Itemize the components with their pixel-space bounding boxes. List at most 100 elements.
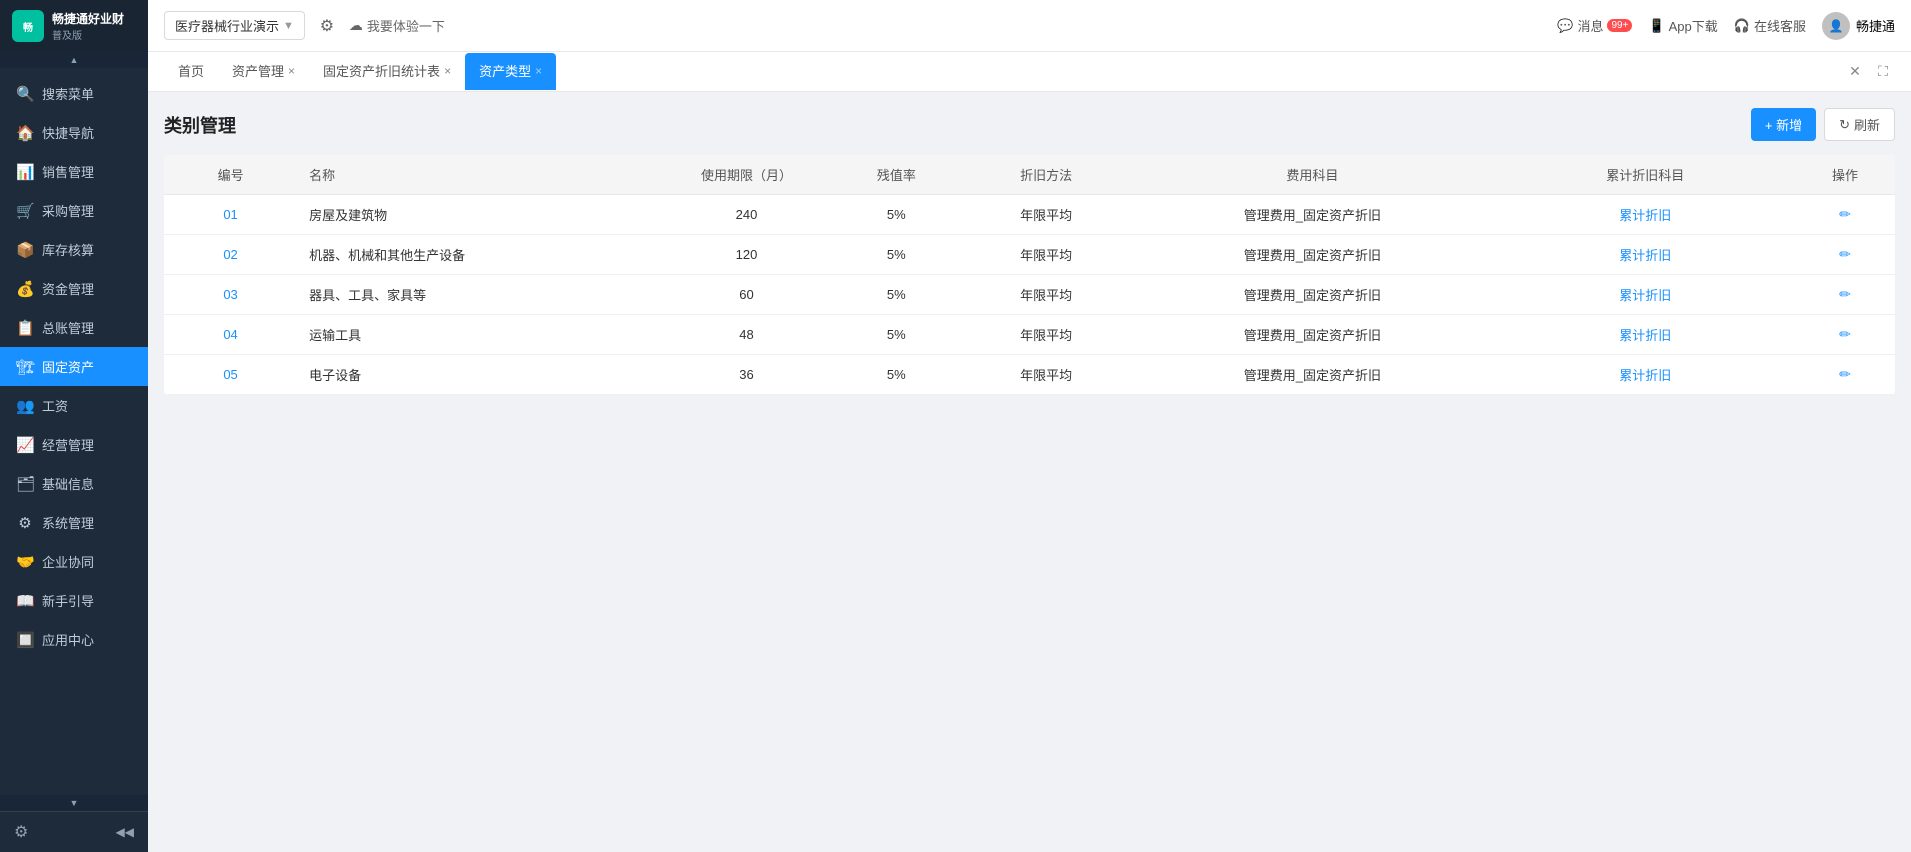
sidebar-label-guide: 新手引导	[42, 591, 94, 610]
cell-residual: 5%	[830, 235, 963, 275]
username: 畅捷通	[1856, 16, 1895, 35]
topbar-left: 医疗器械行业演示 ▼ ⚙ ☁ 我要体验一下	[164, 11, 1547, 40]
table-row: 03 器具、工具、家具等 60 5% 年限平均 管理费用_固定资产折旧 累计折旧…	[164, 275, 1895, 315]
main-area: 医疗器械行业演示 ▼ ⚙ ☁ 我要体验一下 💬 消息 99+ 📱 App下载	[148, 0, 1911, 852]
tab-asset-management-label: 资产管理	[232, 61, 284, 80]
customer-service-button[interactable]: 🎧 在线客服	[1734, 16, 1806, 35]
sidebar-label-basic-info: 基础信息	[42, 474, 94, 493]
table-row: 04 运输工具 48 5% 年限平均 管理费用_固定资产折旧 累计折旧 ✏	[164, 315, 1895, 355]
tab-asset-management[interactable]: 资产管理 ×	[218, 53, 309, 90]
sidebar-item-payroll[interactable]: 👥 工资	[0, 386, 148, 425]
edit-button[interactable]: ✏	[1839, 206, 1851, 222]
sidebar-item-operations[interactable]: 📈 经营管理	[0, 425, 148, 464]
tab-asset-type-label: 资产类型	[479, 61, 531, 80]
messages-label: 消息	[1577, 16, 1603, 35]
tab-asset-type[interactable]: 资产类型 ×	[465, 53, 556, 90]
company-selector[interactable]: 医疗器械行业演示 ▼	[164, 11, 305, 40]
sidebar-logo: 畅	[12, 10, 44, 42]
app-download-button[interactable]: 📱 App下载	[1648, 16, 1717, 35]
messages-button[interactable]: 💬 消息 99+	[1557, 16, 1632, 35]
search-icon: 🔍	[16, 85, 34, 103]
folder-icon: 🗂	[16, 475, 34, 493]
cell-expense: 管理费用_固定资产折旧	[1129, 275, 1495, 315]
gear-icon: ⚙	[16, 514, 34, 532]
sidebar-item-cooperation[interactable]: 🤝 企业协同	[0, 542, 148, 581]
code-link[interactable]: 03	[223, 287, 237, 302]
th-method: 折旧方法	[963, 155, 1129, 195]
sidebar-label-purchase: 采购管理	[42, 201, 94, 220]
sidebar-item-basic-info[interactable]: 🗂 基础信息	[0, 464, 148, 503]
sidebar-item-guide[interactable]: 📖 新手引导	[0, 581, 148, 620]
tab-asset-type-close[interactable]: ×	[535, 64, 542, 78]
cell-accumulated: 累计折旧	[1496, 355, 1796, 395]
accumulated-link[interactable]: 累计折旧	[1619, 288, 1671, 303]
cell-method: 年限平均	[963, 315, 1129, 355]
settings-button[interactable]: ⚙	[313, 12, 341, 40]
tab-close-all-button[interactable]: ✕	[1843, 60, 1867, 84]
sidebar-nav: 🔍 搜索菜单 🏠 快捷导航 📊 销售管理 🛒 采购管理 📦 库存核算 💰 资金管…	[0, 68, 148, 795]
sidebar-item-app-center[interactable]: 🔲 应用中心	[0, 620, 148, 659]
experience-button[interactable]: ☁ 我要体验一下	[349, 16, 445, 35]
edit-button[interactable]: ✏	[1839, 246, 1851, 262]
table-row: 02 机器、机械和其他生产设备 120 5% 年限平均 管理费用_固定资产折旧 …	[164, 235, 1895, 275]
cell-method: 年限平均	[963, 235, 1129, 275]
edit-button[interactable]: ✏	[1839, 286, 1851, 302]
sidebar: 畅 畅捷通好业财 普及版 ▲ 🔍 搜索菜单 🏠 快捷导航 📊 销售管理 🛒 采购…	[0, 0, 148, 852]
tab-expand-button[interactable]: ⛶	[1871, 60, 1895, 84]
sidebar-item-funds[interactable]: 💰 资金管理	[0, 269, 148, 308]
accumulated-link[interactable]: 累计折旧	[1619, 328, 1671, 343]
accumulated-link[interactable]: 累计折旧	[1619, 208, 1671, 223]
cell-accumulated: 累计折旧	[1496, 195, 1796, 235]
app-download-label: App下载	[1669, 16, 1718, 35]
refresh-button[interactable]: ↻ 刷新	[1824, 108, 1895, 141]
trending-icon: 📈	[16, 436, 34, 454]
chart-icon: 📊	[16, 163, 34, 181]
sidebar-item-fixed-assets[interactable]: 🏗 固定资产	[0, 347, 148, 386]
sidebar-item-ledger[interactable]: 📋 总账管理	[0, 308, 148, 347]
app-title: 畅捷通好业财	[52, 10, 124, 27]
tab-depreciation-report-close[interactable]: ×	[444, 64, 451, 78]
code-link[interactable]: 05	[223, 367, 237, 382]
th-accumulated: 累计折旧科目	[1496, 155, 1796, 195]
user-block[interactable]: 👤 畅捷通	[1822, 12, 1895, 40]
app-edition: 普及版	[52, 27, 124, 42]
edit-button[interactable]: ✏	[1839, 366, 1851, 382]
sidebar-item-search[interactable]: 🔍 搜索菜单	[0, 74, 148, 113]
cell-name: 运输工具	[297, 315, 663, 355]
cart-icon: 🛒	[16, 202, 34, 220]
cell-code: 04	[164, 315, 297, 355]
new-button[interactable]: + 新增	[1751, 108, 1816, 141]
footer-settings-icon[interactable]: ⚙	[14, 822, 28, 842]
sidebar-item-system[interactable]: ⚙ 系统管理	[0, 503, 148, 542]
code-link[interactable]: 02	[223, 247, 237, 262]
tab-home[interactable]: 首页	[164, 53, 218, 90]
footer-collapse-icon[interactable]: ◀◀	[116, 825, 134, 839]
building-icon: 🏗	[16, 358, 34, 376]
table-row: 05 电子设备 36 5% 年限平均 管理费用_固定资产折旧 累计折旧 ✏	[164, 355, 1895, 395]
cell-period: 60	[663, 275, 829, 315]
refresh-label: 刷新	[1854, 115, 1880, 134]
accumulated-link[interactable]: 累计折旧	[1619, 368, 1671, 383]
sidebar-label-app-center: 应用中心	[42, 630, 94, 649]
sidebar-item-purchase[interactable]: 🛒 采购管理	[0, 191, 148, 230]
sidebar-item-quick-nav[interactable]: 🏠 快捷导航	[0, 113, 148, 152]
code-link[interactable]: 01	[223, 207, 237, 222]
sidebar-item-sales[interactable]: 📊 销售管理	[0, 152, 148, 191]
th-expense: 费用科目	[1129, 155, 1495, 195]
money-icon: 💰	[16, 280, 34, 298]
cell-name: 器具、工具、家具等	[297, 275, 663, 315]
sidebar-item-inventory[interactable]: 📦 库存核算	[0, 230, 148, 269]
edit-button[interactable]: ✏	[1839, 326, 1851, 342]
page-title: 类别管理	[164, 112, 236, 138]
cell-residual: 5%	[830, 355, 963, 395]
user-avatar: 👤	[1822, 12, 1850, 40]
tab-depreciation-report[interactable]: 固定资产折旧统计表 ×	[309, 53, 465, 90]
scroll-up-indicator[interactable]: ▲	[0, 52, 148, 68]
accumulated-link[interactable]: 累计折旧	[1619, 248, 1671, 263]
sidebar-label-system: 系统管理	[42, 513, 94, 532]
download-icon: 📱	[1648, 18, 1664, 34]
code-link[interactable]: 04	[223, 327, 237, 342]
tab-asset-management-close[interactable]: ×	[288, 64, 295, 78]
sidebar-label-sales: 销售管理	[42, 162, 94, 181]
scroll-down-indicator[interactable]: ▼	[0, 795, 148, 811]
